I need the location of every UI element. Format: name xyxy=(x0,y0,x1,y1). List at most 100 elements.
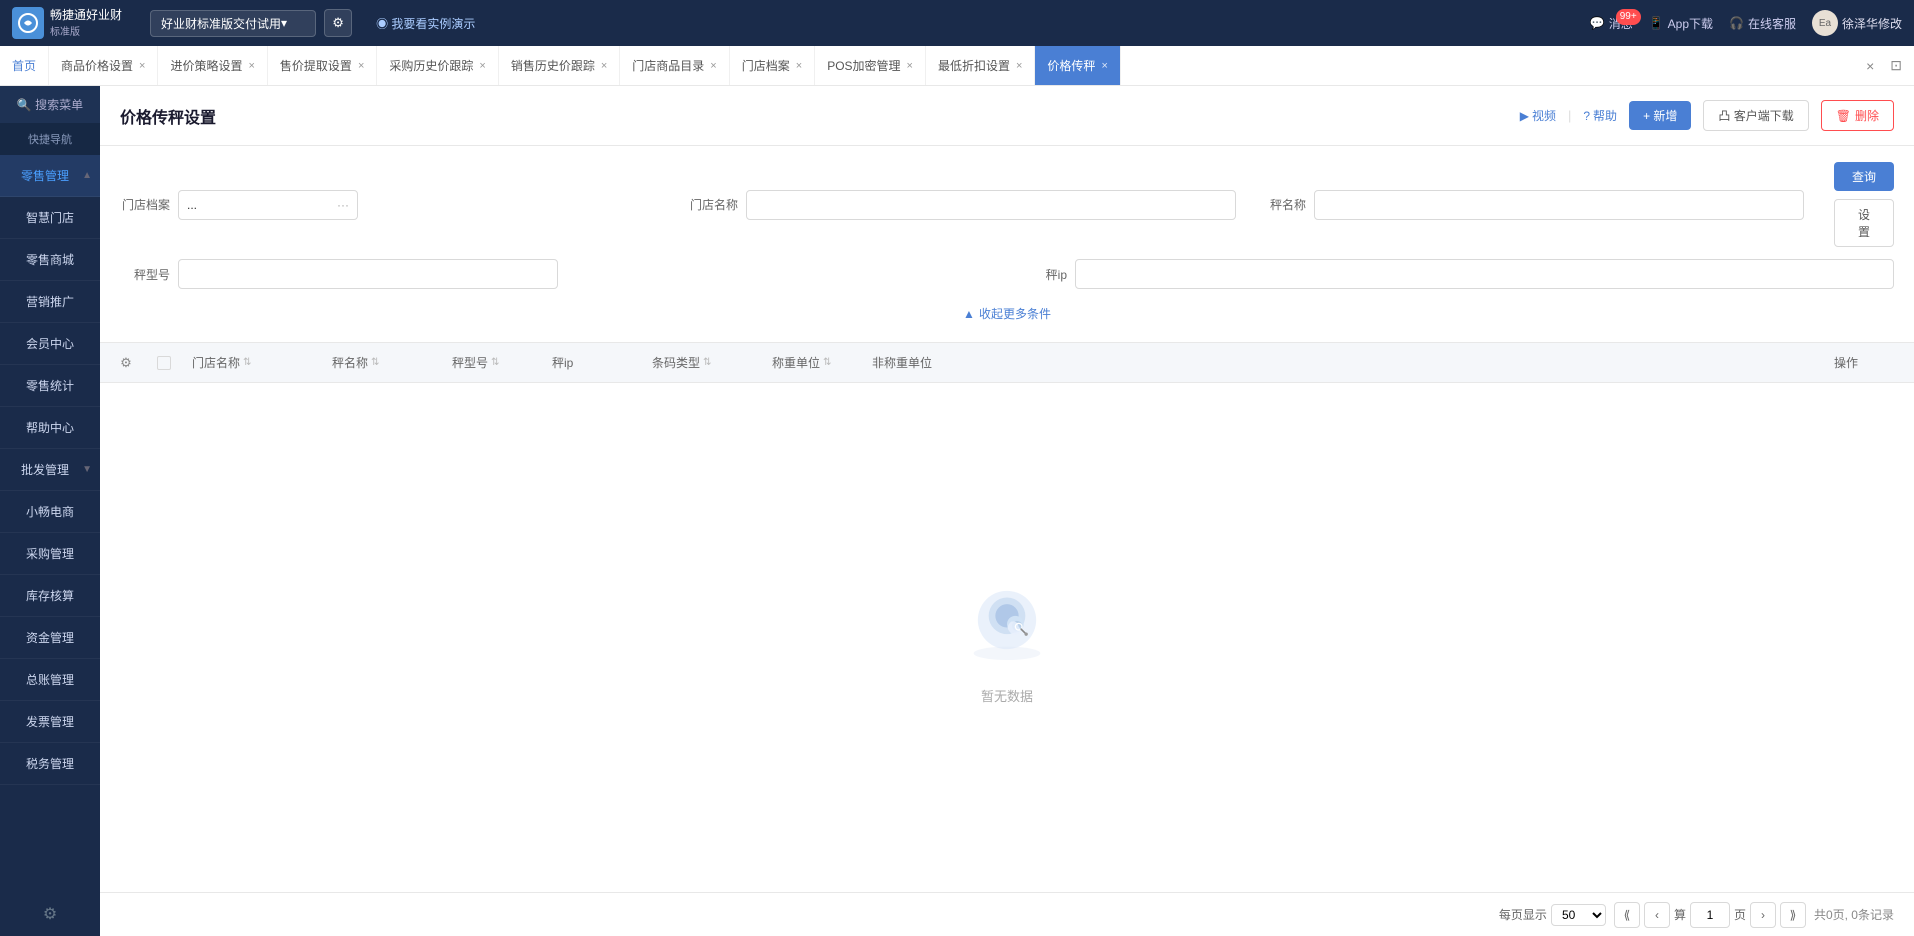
sidebar-item-finance[interactable]: 资金管理 xyxy=(0,617,100,659)
sidebar-item-retail-mall[interactable]: 零售商城 xyxy=(0,239,100,281)
th-store-name[interactable]: 门店名称 ⇅ xyxy=(184,354,324,371)
th-scale-model[interactable]: 秤型号 ⇅ xyxy=(444,354,544,371)
store-archive-input[interactable]: ... ··· xyxy=(178,190,358,220)
empty-text: 暂无数据 xyxy=(981,686,1033,705)
tab-product-price[interactable]: 商品价格设置 × xyxy=(49,46,158,86)
tab-price-scale[interactable]: 价格传秤 × xyxy=(1035,46,1120,86)
tab-min-discount[interactable]: 最低折扣设置 × xyxy=(926,46,1035,86)
close-icon[interactable]: × xyxy=(601,60,607,72)
th-weight-unit[interactable]: 称重单位 ⇅ xyxy=(764,354,864,371)
sidebar-item-retail-management[interactable]: 零售管理 ▲ xyxy=(0,155,100,197)
store-name-label: 门店名称 xyxy=(688,196,738,213)
online-service-button[interactable]: 🎧 在线客服 xyxy=(1729,15,1796,32)
th-action: 操作 xyxy=(1826,354,1906,371)
query-button[interactable]: 查询 xyxy=(1834,162,1894,191)
tab-purchase-history[interactable]: 采购历史价跟踪 × xyxy=(377,46,498,86)
play-icon: ▶ xyxy=(1520,109,1529,123)
close-icon[interactable]: × xyxy=(479,60,485,72)
chevron-up-icon: ▲ xyxy=(963,307,975,321)
sidebar-item-invoice[interactable]: 发票管理 xyxy=(0,701,100,743)
th-non-weight-unit: 非称重单位 xyxy=(864,354,1826,371)
close-icon[interactable]: × xyxy=(710,60,716,72)
sidebar-item-general-ledger[interactable]: 总账管理 xyxy=(0,659,100,701)
sidebar-item-marketing[interactable]: 营销推广 xyxy=(0,281,100,323)
sidebar-item-inventory[interactable]: 库存核算 xyxy=(0,575,100,617)
close-icon[interactable]: × xyxy=(907,60,913,72)
scale-model-label: 秤型号 xyxy=(120,266,170,283)
eye-icon: ◉ xyxy=(376,17,388,31)
set-button[interactable]: 设置 xyxy=(1834,199,1894,247)
next-page-button[interactable]: › xyxy=(1750,902,1776,928)
tab-store-archive[interactable]: 门店档案 × xyxy=(730,46,815,86)
top-bar-right: 💬 消息 99+ 📱 App下载 🎧 在线客服 Ea 徐泽华修改 xyxy=(1590,10,1902,36)
sort-icon: ⇅ xyxy=(243,357,251,368)
select-all-checkbox[interactable] xyxy=(157,356,171,370)
close-icon[interactable]: × xyxy=(796,60,802,72)
tab-sales-history[interactable]: 销售历史价跟踪 × xyxy=(499,46,620,86)
close-icon[interactable]: × xyxy=(1016,60,1022,72)
username: 徐泽华修改 xyxy=(1842,15,1902,32)
tab-sale-price[interactable]: 售价提取设置 × xyxy=(268,46,377,86)
phone-icon: 📱 xyxy=(1649,16,1664,30)
close-tab-button[interactable]: × xyxy=(1862,54,1878,78)
page-number-input[interactable] xyxy=(1690,902,1730,928)
sort-icon: ⇅ xyxy=(371,357,379,368)
header-checkbox[interactable] xyxy=(144,356,184,370)
sidebar-item-help-center[interactable]: 帮助中心 xyxy=(0,407,100,449)
last-page-button[interactable]: ⟫ xyxy=(1780,902,1806,928)
page-label: 算 xyxy=(1674,906,1686,923)
store-name-input[interactable] xyxy=(746,190,1236,220)
close-icon[interactable]: × xyxy=(358,60,364,72)
th-scale-name[interactable]: 秤名称 ⇅ xyxy=(324,354,444,371)
sidebar-item-purchase-mgmt[interactable]: 采购管理 xyxy=(0,533,100,575)
close-icon[interactable]: × xyxy=(1101,60,1107,72)
top-bar-left: 畅捷通好业财 标准版 好业财标准版交付试用 ▾ ⚙ ◉ 我要看实例演示 xyxy=(12,7,475,39)
sidebar-item-tax[interactable]: 税务管理 xyxy=(0,743,100,785)
sidebar-quick-nav[interactable]: 快捷导航 xyxy=(0,123,100,155)
sidebar-item-ecommerce[interactable]: 小畅电商 xyxy=(0,491,100,533)
app-download-button[interactable]: 📱 App下载 xyxy=(1649,15,1713,32)
page-size-select: 每页显示 50 10 20 100 xyxy=(1499,904,1606,926)
close-icon[interactable]: × xyxy=(248,60,254,72)
sort-icon: ⇅ xyxy=(491,357,499,368)
tab-pos-encryption[interactable]: POS加密管理 × xyxy=(815,46,926,86)
tab-store-catalog[interactable]: 门店商品目录 × xyxy=(620,46,729,86)
sidebar-item-wholesale[interactable]: 批发管理 ▼ xyxy=(0,449,100,491)
close-icon[interactable]: × xyxy=(139,60,145,72)
version-select[interactable]: 好业财标准版交付试用 ▾ xyxy=(150,10,316,37)
demo-link[interactable]: ◉ 我要看实例演示 xyxy=(376,15,475,32)
settings-gear-button[interactable]: ⚙ xyxy=(324,9,352,37)
nav-tabs-bar: 首页 商品价格设置 × 进价策略设置 × 售价提取设置 × 采购历史价跟踪 × … xyxy=(0,46,1914,86)
version-tag: 标准版 xyxy=(50,23,122,38)
tab-controls: × ⊡ xyxy=(1854,53,1914,78)
prev-page-button[interactable]: ‹ xyxy=(1644,902,1670,928)
column-settings-icon[interactable]: ⚙ xyxy=(108,355,144,371)
first-page-button[interactable]: ⟪ xyxy=(1614,902,1640,928)
tab-purchase-strategy[interactable]: 进价策略设置 × xyxy=(158,46,267,86)
maximize-tab-button[interactable]: ⊡ xyxy=(1886,53,1906,78)
scale-ip-input[interactable] xyxy=(1075,259,1894,289)
sidebar-gear-icon[interactable]: ⚙ xyxy=(43,904,57,924)
scale-name-input[interactable] xyxy=(1314,190,1804,220)
add-button[interactable]: + 新增 xyxy=(1629,101,1691,130)
th-barcode-type[interactable]: 条码类型 ⇅ xyxy=(644,354,764,371)
filter-actions: 查询 设置 xyxy=(1824,162,1894,247)
chevron-down-icon: ▾ xyxy=(281,16,287,30)
sidebar-item-smart-store[interactable]: 智慧门店 xyxy=(0,197,100,239)
sidebar-search[interactable]: 🔍 搜索菜单 xyxy=(0,86,100,123)
tab-home[interactable]: 首页 xyxy=(0,46,49,86)
store-archive-label: 门店档案 xyxy=(120,196,170,213)
client-download-button[interactable]: 凸 客户端下载 xyxy=(1703,100,1808,131)
trash-icon: 🗑 xyxy=(1836,109,1851,123)
video-link[interactable]: ▶ 视频 xyxy=(1520,107,1556,124)
sidebar-item-member-center[interactable]: 会员中心 xyxy=(0,323,100,365)
user-area[interactable]: Ea 徐泽华修改 xyxy=(1812,10,1902,36)
filter-scale-name: 秤名称 xyxy=(1256,190,1804,220)
message-button[interactable]: 💬 消息 99+ xyxy=(1590,15,1633,32)
delete-button[interactable]: 🗑 删除 xyxy=(1821,100,1894,131)
collapse-toggle[interactable]: ▲ 收起更多条件 xyxy=(120,301,1894,326)
page-size-dropdown[interactable]: 50 10 20 100 xyxy=(1551,904,1606,926)
sidebar-item-retail-stats[interactable]: 零售统计 xyxy=(0,365,100,407)
help-link[interactable]: ? 帮助 xyxy=(1583,107,1617,124)
scale-model-input[interactable] xyxy=(178,259,558,289)
